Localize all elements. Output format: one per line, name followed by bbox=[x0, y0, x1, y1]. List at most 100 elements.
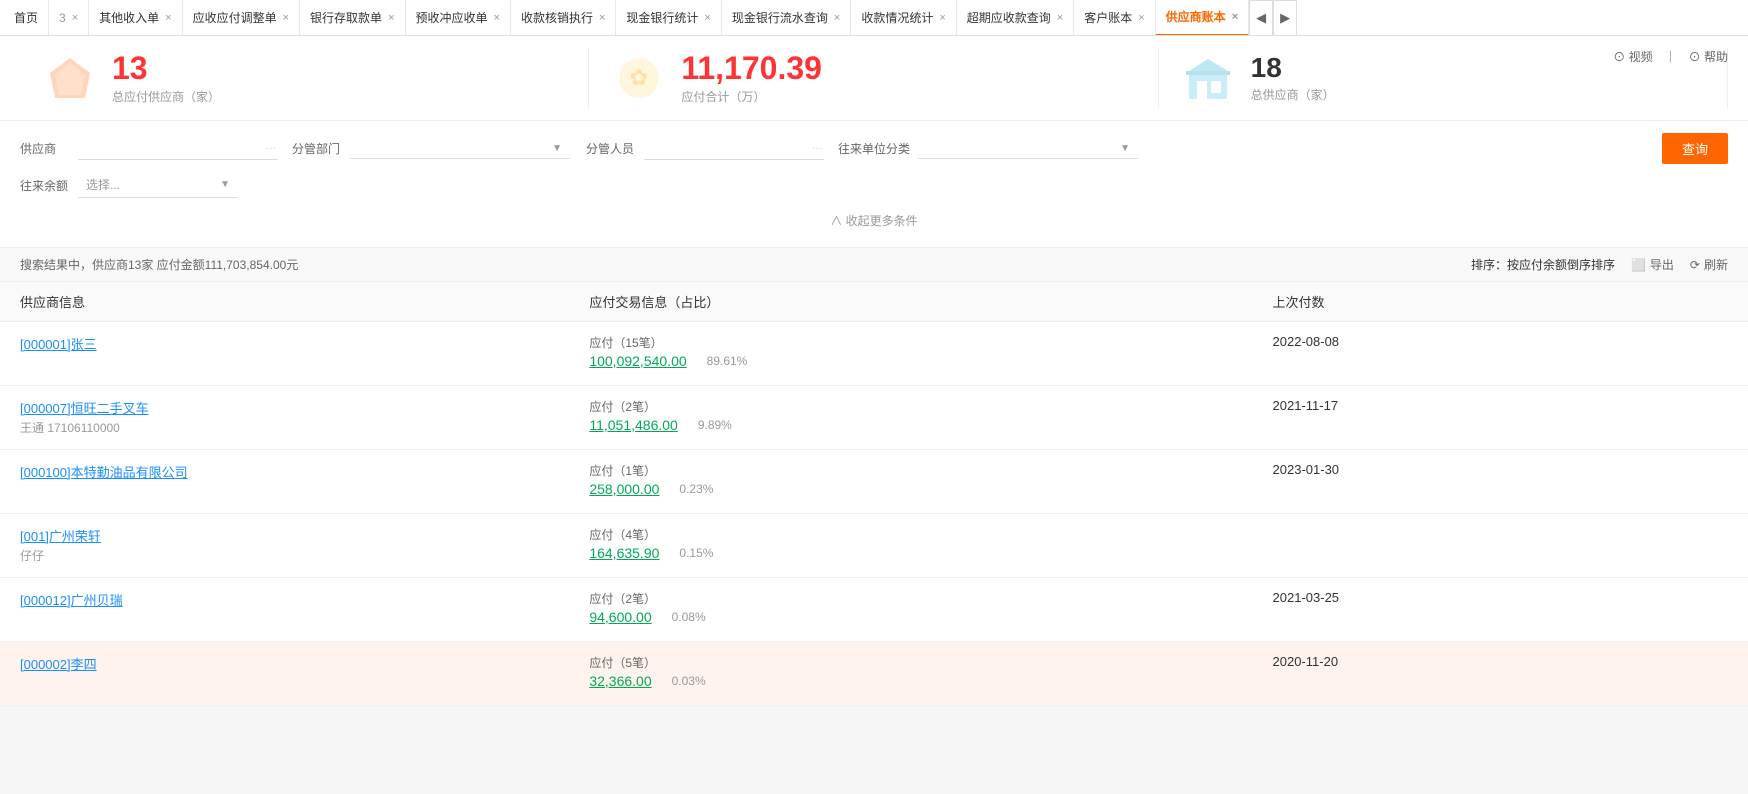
close-icon[interactable]: × bbox=[834, 12, 840, 24]
nav-tab-bank[interactable]: 银行存取款单 × bbox=[300, 0, 405, 36]
transaction-amount-link[interactable]: 94,600.00 bbox=[589, 609, 651, 625]
transaction-amount-link[interactable]: 100,092,540.00 bbox=[589, 353, 686, 369]
lastpay-cell: 2020-11-20 bbox=[1273, 654, 1728, 669]
table-body: [000001]张三 应付（15笔） 100,092,540.00 89.61%… bbox=[0, 322, 1748, 706]
supplier-info-cell: [000002]李四 bbox=[20, 654, 589, 673]
chevron-down-icon: ▼ bbox=[220, 179, 230, 190]
transaction-pct: 89.61% bbox=[707, 354, 748, 368]
nav-tab-supplier-ledger[interactable]: 供应商账本 × bbox=[1156, 0, 1249, 36]
table-row: [000007]恒旺二手叉车 王通 17106110000 应付（2笔） 11,… bbox=[0, 386, 1748, 450]
filter-dept: 分管部门 ▼ bbox=[292, 139, 570, 159]
nav-tab-overdue[interactable]: 超期应收款查询 × bbox=[957, 0, 1074, 36]
lastpay-date: 2023-01-30 bbox=[1273, 462, 1340, 477]
person-filter-input[interactable] bbox=[644, 137, 824, 160]
person-filter-label: 分管人员 bbox=[586, 140, 636, 157]
sort-label[interactable]: 排序：按应付余额倒序排序 bbox=[1471, 256, 1615, 273]
nav-tab-collection-stats[interactable]: 收款情况统计 × bbox=[851, 0, 956, 36]
col-header-supplier: 供应商信息 bbox=[20, 292, 589, 311]
supplier-sub: 王通 17106110000 bbox=[20, 419, 589, 436]
lastpay-date: 2020-11-20 bbox=[1273, 654, 1339, 669]
nav-tab-prepay[interactable]: 预收冲应收单 × bbox=[406, 0, 511, 36]
chevron-down-icon: ▼ bbox=[1120, 143, 1130, 154]
filter-area: 供应商 ··· 分管部门 ▼ 分管人员 ··· 往来单位分类 ▼ 查询 往来 bbox=[0, 121, 1748, 248]
close-icon[interactable]: × bbox=[72, 12, 78, 24]
payable-total-label: 应付合计（万） bbox=[681, 88, 822, 105]
supplier-info-cell: [000001]张三 bbox=[20, 334, 589, 353]
balance-placeholder: 选择... bbox=[86, 176, 216, 193]
supplier-link[interactable]: [001]广州荣轩 bbox=[20, 529, 101, 544]
transaction-cell: 应付（2笔） 94,600.00 0.08% bbox=[589, 590, 1272, 625]
close-icon[interactable]: × bbox=[388, 12, 394, 24]
supplier-link[interactable]: [000100]本特勤油品有限公司 bbox=[20, 465, 188, 480]
close-icon[interactable]: × bbox=[939, 12, 945, 24]
store-icon bbox=[1179, 48, 1239, 108]
total-suppliers-count: 18 bbox=[1251, 54, 1335, 82]
transaction-pct: 0.15% bbox=[679, 546, 713, 560]
supplier-filter-input[interactable] bbox=[78, 137, 278, 160]
transaction-cell: 应付（15笔） 100,092,540.00 89.61% bbox=[589, 334, 1272, 369]
lastpay-date: 2022-08-08 bbox=[1273, 334, 1340, 349]
close-icon[interactable]: × bbox=[494, 12, 500, 24]
col-header-transaction: 应付交易信息（占比） bbox=[589, 292, 1272, 311]
supplier-info-cell: [001]广州荣轩 仔仔 bbox=[20, 526, 589, 564]
close-icon[interactable]: × bbox=[283, 12, 289, 24]
table-row: [000100]本特勤油品有限公司 应付（1笔） 258,000.00 0.23… bbox=[0, 450, 1748, 514]
dept-filter-select[interactable]: ▼ bbox=[350, 139, 570, 159]
diamond-icon bbox=[40, 48, 100, 108]
lastpay-cell: 2022-08-08 bbox=[1273, 334, 1728, 349]
close-icon[interactable]: × bbox=[1057, 12, 1063, 24]
transaction-label: 应付（15笔） bbox=[589, 334, 1272, 351]
balance-filter-select[interactable]: 选择... ▼ bbox=[78, 172, 238, 198]
supplier-info-cell: [000100]本特勤油品有限公司 bbox=[20, 462, 589, 481]
nav-next-button[interactable]: ▶ bbox=[1273, 0, 1297, 36]
nav-tab-other-income[interactable]: 其他收入单 × bbox=[89, 0, 182, 36]
filter-person: 分管人员 ··· bbox=[586, 137, 822, 160]
refresh-button[interactable]: ⟳ 刷新 bbox=[1690, 256, 1728, 273]
result-summary: 搜索结果中，供应商13家 应付金额111,703,854.00元 bbox=[20, 256, 298, 273]
transaction-pct: 0.23% bbox=[679, 482, 713, 496]
nav-tab-customer-ledger[interactable]: 客户账本 × bbox=[1074, 0, 1155, 36]
transaction-amount-link[interactable]: 164,635.90 bbox=[589, 545, 659, 561]
close-icon[interactable]: × bbox=[599, 12, 605, 24]
supplier-link[interactable]: [000012]广州贝瑞 bbox=[20, 593, 123, 608]
top-nav: 首页 3 × 其他收入单 × 应收应付调整单 × 银行存取款单 × 预收冲应收单… bbox=[0, 0, 1748, 36]
supplier-link[interactable]: [000002]李四 bbox=[20, 657, 97, 672]
balance-filter-label: 往来余额 bbox=[20, 177, 70, 194]
nav-tab-cashbank-flow[interactable]: 现金银行流水查询 × bbox=[722, 0, 851, 36]
query-button[interactable]: 查询 bbox=[1662, 133, 1728, 164]
close-icon[interactable]: × bbox=[704, 12, 710, 24]
video-link[interactable]: ⊙ 视频 bbox=[1613, 48, 1652, 65]
close-icon[interactable]: × bbox=[1138, 12, 1144, 24]
nav-tab-adjustment[interactable]: 应收应付调整单 × bbox=[183, 0, 300, 36]
collapse-bar[interactable]: ∧ 收起更多条件 bbox=[20, 206, 1728, 235]
nav-tab-cashbank-stats[interactable]: 现金银行统计 × bbox=[616, 0, 721, 36]
help-link[interactable]: ⊙ 帮助 bbox=[1689, 48, 1728, 65]
nav-tab-home[interactable]: 首页 bbox=[4, 0, 49, 36]
nav-prev-button[interactable]: ◀ bbox=[1249, 0, 1273, 36]
lastpay-date: 2021-03-25 bbox=[1273, 590, 1340, 605]
supplier-sub: 仔仔 bbox=[20, 547, 589, 564]
transaction-amount-link[interactable]: 32,366.00 bbox=[589, 673, 651, 689]
nav-tab-t1[interactable]: 3 × bbox=[49, 0, 89, 36]
stat-payable-suppliers: 13 总应付供应商（家） bbox=[20, 48, 589, 108]
close-icon[interactable]: × bbox=[165, 12, 171, 24]
transaction-cell: 应付（2笔） 11,051,486.00 9.89% bbox=[589, 398, 1272, 433]
export-button[interactable]: ⬜ 导出 bbox=[1631, 256, 1674, 273]
category-filter-select[interactable]: ▼ bbox=[918, 139, 1138, 159]
supplier-link[interactable]: [000007]恒旺二手叉车 bbox=[20, 401, 149, 416]
supplier-link[interactable]: [000001]张三 bbox=[20, 337, 97, 352]
transaction-cell: 应付（4笔） 164,635.90 0.15% bbox=[589, 526, 1272, 561]
transaction-cell: 应付（5笔） 32,366.00 0.03% bbox=[589, 654, 1272, 689]
table-row: [000012]广州贝瑞 应付（2笔） 94,600.00 0.08% 2021… bbox=[0, 578, 1748, 642]
filter-supplier: 供应商 ··· bbox=[20, 137, 276, 160]
result-bar: 搜索结果中，供应商13家 应付金额111,703,854.00元 排序：按应付余… bbox=[0, 248, 1748, 282]
close-icon[interactable]: × bbox=[1232, 11, 1238, 23]
transaction-pct: 0.08% bbox=[672, 610, 706, 624]
refresh-icon: ⟳ bbox=[1690, 258, 1700, 272]
table-row: [000001]张三 应付（15笔） 100,092,540.00 89.61%… bbox=[0, 322, 1748, 386]
nav-tab-collection[interactable]: 收款核销执行 × bbox=[511, 0, 616, 36]
transaction-label: 应付（1笔） bbox=[589, 462, 1272, 479]
person-ellipsis: ··· bbox=[812, 143, 822, 154]
transaction-amount-link[interactable]: 11,051,486.00 bbox=[589, 417, 678, 433]
transaction-amount-link[interactable]: 258,000.00 bbox=[589, 481, 659, 497]
